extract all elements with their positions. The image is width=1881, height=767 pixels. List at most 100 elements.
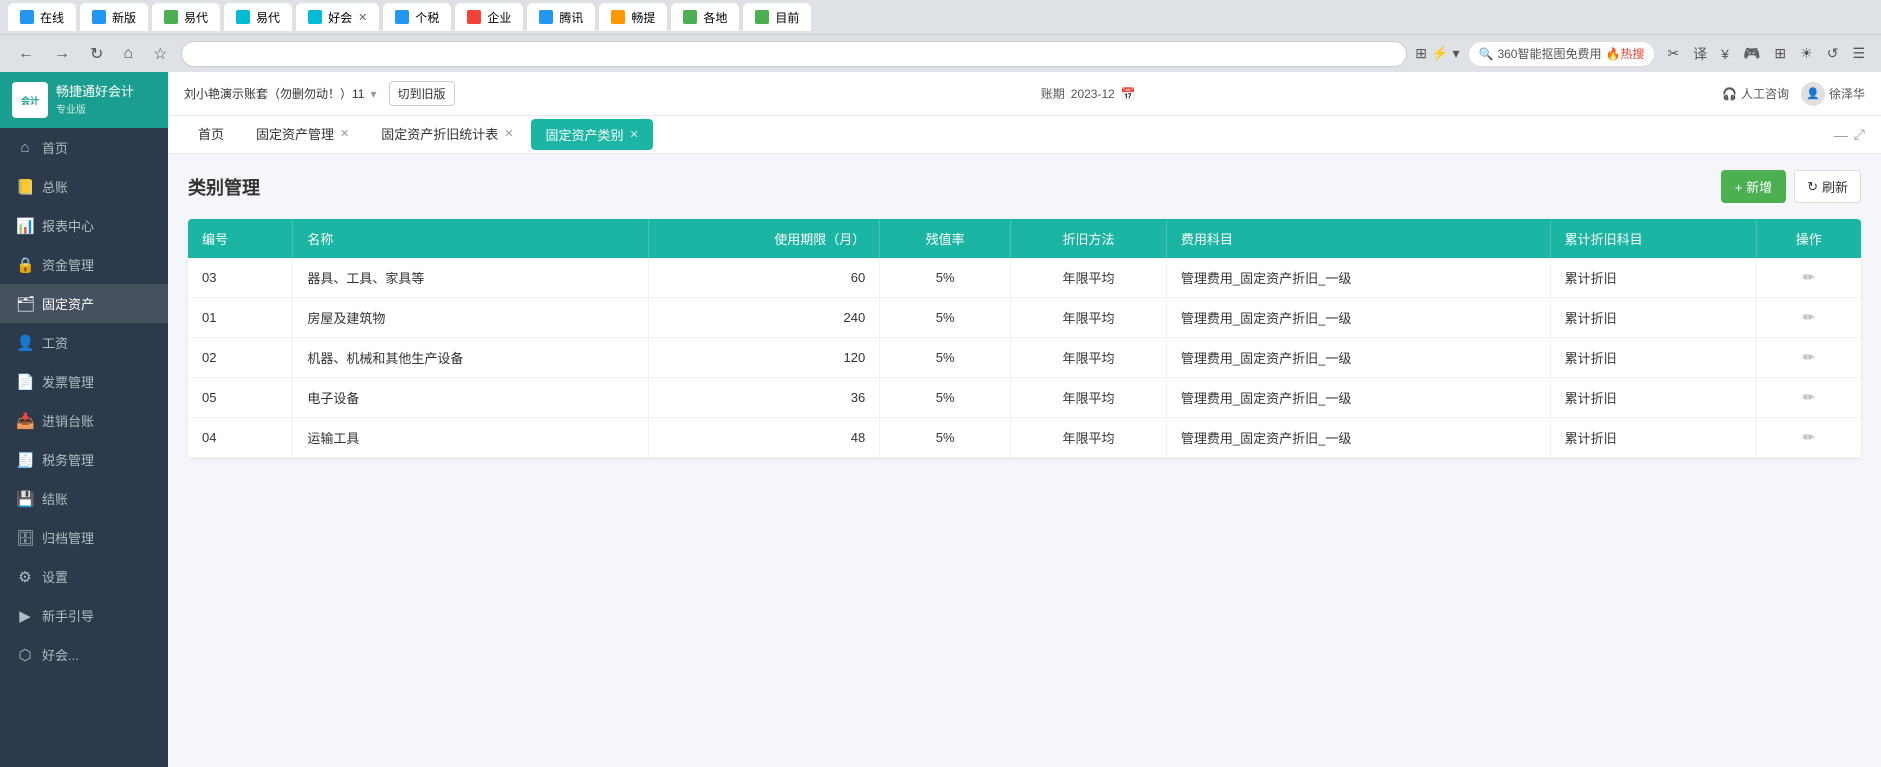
tab-mubiao[interactable]: 目前 — [743, 3, 811, 31]
edit-btn-3[interactable]: ✏ — [1803, 389, 1815, 405]
sidebar-label-funds: 资金管理 — [42, 255, 94, 274]
sidebar-item-ledger[interactable]: 📒 总账 — [0, 167, 168, 206]
page-tab-depreciation[interactable]: 固定资产折旧统计表 ✕ — [367, 118, 527, 151]
switch-version-button[interactable]: 切到旧版 — [389, 81, 455, 106]
add-category-button[interactable]: + 新增 — [1721, 170, 1786, 203]
page-tab-categories[interactable]: 固定资产类别 ✕ — [531, 119, 652, 150]
cell-code-1: 01 — [188, 298, 293, 338]
sidebar-item-assets[interactable]: 🗂 固定资产 — [0, 284, 168, 323]
sidebar-item-archive[interactable]: 🗄 归档管理 — [0, 518, 168, 557]
edit-btn-2[interactable]: ✏ — [1803, 349, 1815, 365]
sidebar-label-settings: 设置 — [42, 567, 68, 586]
address-input[interactable]: https://cloud.chanjet.com/accounting/uw1… — [181, 41, 1407, 67]
calendar-icon[interactable]: 📅 — [1121, 87, 1136, 101]
sidebar-label-invoices: 发票管理 — [42, 372, 94, 391]
user-name-label: 刘小艳演示账套（勿删勿动！）11 — [184, 85, 364, 102]
cell-actions-0: ✏ — [1756, 258, 1861, 298]
sidebar-label-inventory: 进销台账 — [42, 411, 94, 430]
undo-btn[interactable]: ↺ — [1823, 43, 1843, 64]
cell-method-1: 年限平均 — [1011, 298, 1167, 338]
tab-close-haohuiji[interactable]: ✕ — [358, 11, 367, 24]
tab-tencent[interactable]: 腾讯 — [527, 3, 595, 31]
refresh-button[interactable]: ↻ — [84, 42, 109, 66]
edit-btn-1[interactable]: ✏ — [1803, 309, 1815, 325]
cell-expense-0: 管理费用_固定资产折旧_一级 — [1166, 258, 1550, 298]
back-button[interactable]: ← — [12, 43, 40, 65]
tab-yid2[interactable]: 易代 — [224, 3, 292, 31]
search-bar[interactable]: 🔍 360智能抠图免费用 🔥热搜 — [1468, 41, 1656, 67]
support-btn[interactable]: 🎧 人工咨询 — [1722, 85, 1789, 102]
page-tab-assets-mgmt-close[interactable]: ✕ — [340, 127, 349, 140]
categories-table: 编号 名称 使用期限（月） 残值率 折旧方法 费用科目 累计折旧科目 操作 03… — [188, 219, 1861, 458]
sidebar-item-tax[interactable]: 🧾 税务管理 — [0, 440, 168, 479]
cell-expense-3: 管理费用_固定资产折旧_一级 — [1166, 378, 1550, 418]
cell-name-0: 器具、工具、家具等 — [293, 258, 649, 298]
forward-button[interactable]: → — [48, 43, 76, 65]
support-label: 人工咨询 — [1741, 85, 1789, 102]
table-row: 04 运输工具 48 5% 年限平均 管理费用_固定资产折旧_一级 累计折旧 ✏ — [188, 418, 1861, 458]
tab-label-yid2: 易代 — [256, 9, 280, 26]
cell-actions-2: ✏ — [1756, 338, 1861, 378]
assets-icon: 🗂 — [16, 295, 34, 313]
wallet-btn[interactable]: ¥ — [1717, 44, 1733, 64]
headset-icon: 🎧 — [1722, 87, 1737, 101]
sidebar-item-invoices[interactable]: 📄 发票管理 — [0, 362, 168, 401]
closing-icon: 💾 — [16, 490, 34, 508]
page-tab-categories-close[interactable]: ✕ — [630, 128, 639, 141]
sidebar-item-closing[interactable]: 💾 结账 — [0, 479, 168, 518]
window-expand-btn[interactable]: ⤢ — [1854, 126, 1865, 143]
dropdown-arrow[interactable]: ▾ — [370, 87, 376, 101]
cell-code-3: 05 — [188, 378, 293, 418]
refresh-icon: ↻ — [1807, 179, 1818, 195]
tab-changtui[interactable]: 畅提 — [599, 3, 667, 31]
logo-icon: 会计 — [12, 82, 48, 118]
sidebar-item-inventory[interactable]: 📥 进销台账 — [0, 401, 168, 440]
translate-btn[interactable]: 译 — [1689, 42, 1711, 66]
page-tab-home[interactable]: 首页 — [184, 118, 238, 151]
payroll-icon: 👤 — [16, 334, 34, 352]
menu-btn[interactable]: ☰ — [1848, 43, 1869, 64]
refresh-table-button[interactable]: ↻ 刷新 — [1794, 170, 1861, 203]
sidebar-item-settings[interactable]: ⚙ 设置 — [0, 557, 168, 596]
cell-method-4: 年限平均 — [1011, 418, 1167, 458]
tab-yid1[interactable]: 易代 — [152, 3, 220, 31]
scissors-btn[interactable]: ✂ — [1663, 43, 1683, 64]
page-tab-assets-mgmt-label: 固定资产管理 — [256, 124, 334, 143]
tab-online[interactable]: 在线 — [8, 3, 76, 31]
tab-icon-new — [92, 10, 106, 24]
cell-expense-4: 管理费用_固定资产折旧_一级 — [1166, 418, 1550, 458]
brightness-btn[interactable]: ☀ — [1796, 43, 1817, 64]
page-tab-assets-mgmt[interactable]: 固定资产管理 ✕ — [242, 118, 363, 151]
tab-icon-online — [20, 10, 34, 24]
page-actions: + 新增 ↻ 刷新 — [1721, 170, 1861, 203]
funds-icon: 🔒 — [16, 256, 34, 274]
home-button[interactable]: ⌂ — [117, 43, 139, 65]
sidebar-item-home[interactable]: ⌂ 首页 — [0, 128, 168, 167]
sidebar-item-guide[interactable]: ▶ 新手引导 — [0, 596, 168, 635]
avatar: 👤 — [1801, 82, 1825, 106]
grid-btn[interactable]: ⊞ — [1770, 43, 1790, 64]
sidebar-item-funds[interactable]: 🔒 资金管理 — [0, 245, 168, 284]
tab-enterprise[interactable]: 企业 — [455, 3, 523, 31]
edit-btn-0[interactable]: ✏ — [1803, 269, 1815, 285]
invoices-icon: 📄 — [16, 373, 34, 391]
tab-haohuiji[interactable]: 好会 ✕ — [296, 3, 379, 31]
tab-icon-yid1 — [164, 10, 178, 24]
tab-gedi[interactable]: 各地 — [671, 3, 739, 31]
sidebar-item-more[interactable]: ⬡ 好会... — [0, 635, 168, 674]
tab-tax[interactable]: 个税 — [383, 3, 451, 31]
th-name: 名称 — [293, 219, 649, 258]
window-minimize-btn[interactable]: — — [1834, 126, 1848, 143]
tab-new[interactable]: 新版 — [80, 3, 148, 31]
table-row: 01 房屋及建筑物 240 5% 年限平均 管理费用_固定资产折旧_一级 累计折… — [188, 298, 1861, 338]
tab-label-tax: 个税 — [415, 9, 439, 26]
bookmark-button[interactable]: ☆ — [147, 42, 173, 66]
edit-btn-4[interactable]: ✏ — [1803, 429, 1815, 445]
sidebar-item-payroll[interactable]: 👤 工资 — [0, 323, 168, 362]
tab-icon-tax — [395, 10, 409, 24]
sidebar-item-reports[interactable]: 📊 报表中心 — [0, 206, 168, 245]
game-btn[interactable]: 🎮 — [1739, 43, 1764, 64]
dropdown-icon[interactable]: ▾ — [1452, 45, 1459, 62]
page-tab-depreciation-close[interactable]: ✕ — [504, 127, 513, 140]
user-avatar-btn[interactable]: 👤 徐泽华 — [1801, 82, 1865, 106]
